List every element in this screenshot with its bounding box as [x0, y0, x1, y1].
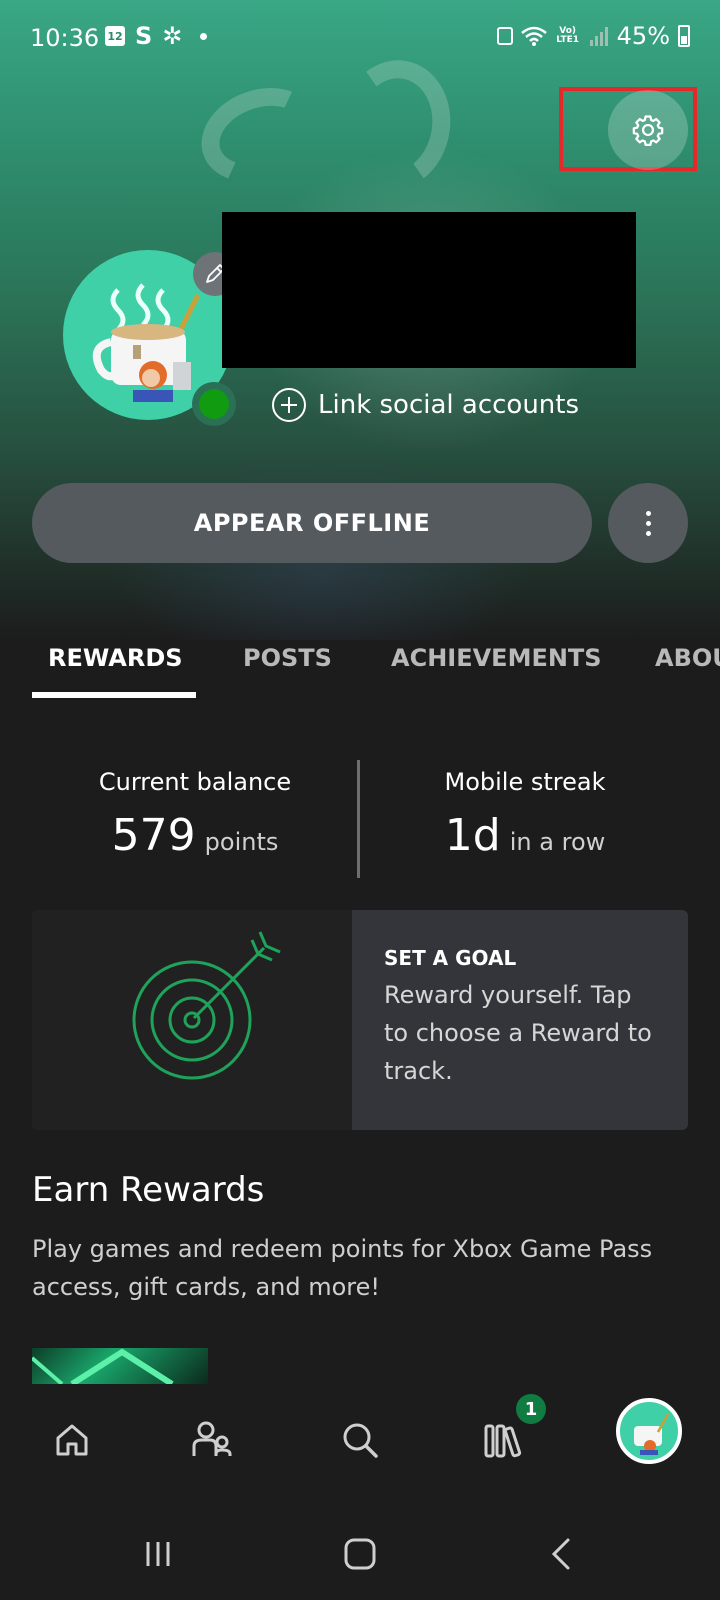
home-square-icon	[344, 1538, 376, 1570]
profile-tabs: REWARDS POSTS ACHIEVEMENTS ABOU	[0, 640, 720, 700]
earn-rewards-heading: Earn Rewards	[32, 1170, 265, 1210]
signal-icon	[589, 27, 608, 46]
nav-search[interactable]	[330, 1410, 390, 1470]
volte-icon: Vo) LTE1	[556, 26, 580, 45]
promo-card-thumbnail[interactable]	[32, 1348, 208, 1384]
appear-offline-button[interactable]: APPEAR OFFLINE	[32, 483, 592, 563]
tab-about[interactable]: ABOU	[655, 644, 720, 672]
home-icon	[56, 1424, 88, 1456]
mobile-streak-value: 1d	[444, 810, 501, 861]
goal-description: Reward yourself. Tap to choose a Reward …	[384, 981, 652, 1085]
lock-icon	[496, 27, 513, 45]
library-badge: 1	[516, 1394, 546, 1424]
promo-chevron-art	[32, 1348, 174, 1384]
current-balance-label: Current balance	[98, 768, 292, 796]
link-social-accounts-button[interactable]: Link social accounts	[272, 388, 579, 422]
status-bar: 10:36 12 S ✲ Vo) LTE1 45%	[0, 0, 720, 80]
current-balance-unit: points	[204, 828, 279, 856]
goal-illustration	[32, 910, 352, 1130]
earn-rewards-description: Play games and redeem points for Xbox Ga…	[32, 1235, 653, 1301]
mobile-streak-stat: Mobile streak 1d in a row	[360, 768, 690, 861]
current-balance-value: 579	[111, 810, 196, 861]
tab-rewards[interactable]: REWARDS	[48, 644, 183, 672]
carrier-s-icon: S	[135, 22, 153, 50]
gear-icon	[632, 115, 664, 147]
status-notification-icons: 12 S ✲	[105, 22, 208, 50]
mobile-streak-label: Mobile streak	[444, 768, 606, 796]
system-navigation-bar	[0, 1504, 720, 1600]
status-system-icons: Vo) LTE1 45%	[496, 22, 690, 50]
more-options-button[interactable]	[608, 483, 688, 563]
active-tab-indicator	[32, 692, 196, 698]
current-balance-stat: Current balance 579 points	[30, 768, 360, 861]
calendar-icon: 12	[105, 26, 125, 46]
battery-percent: 45%	[616, 22, 670, 50]
search-icon	[343, 1423, 378, 1458]
friends-icon	[192, 1421, 232, 1456]
bottom-navigation: 1	[0, 1384, 720, 1504]
redacted-gamertag	[222, 212, 636, 368]
mobile-streak-unit: in a row	[509, 828, 606, 856]
more-dot	[645, 530, 651, 536]
tab-posts[interactable]: POSTS	[243, 644, 332, 672]
link-social-label: Link social accounts	[318, 390, 580, 420]
recents-button[interactable]	[138, 1534, 178, 1574]
set-goal-card[interactable]: SET A GOAL Reward yourself. Tap to choos…	[32, 910, 688, 1130]
plus-circle-icon	[272, 388, 306, 422]
status-time: 10:36	[30, 24, 100, 52]
back-button[interactable]	[542, 1534, 582, 1574]
more-dot	[645, 520, 651, 526]
nav-home[interactable]	[42, 1410, 102, 1470]
goal-text-panel: SET A GOAL Reward yourself. Tap to choos…	[352, 910, 688, 1130]
online-status-dot	[199, 389, 229, 419]
tea-cup-avatar-art	[634, 1413, 670, 1455]
background-art-shape	[188, 72, 332, 198]
recents-icon	[146, 1542, 170, 1566]
more-dot	[645, 510, 651, 516]
tab-achievements[interactable]: ACHIEVEMENTS	[391, 644, 602, 672]
wifi-icon	[520, 26, 547, 46]
presence-indicator	[192, 382, 236, 426]
settings-button[interactable]	[608, 90, 688, 170]
home-system-button[interactable]	[340, 1534, 380, 1574]
flower-icon: ✲	[162, 22, 183, 50]
more-notifications-dot	[200, 32, 208, 40]
goal-title: SET A GOAL	[384, 946, 517, 970]
chevron-left-icon	[551, 1538, 570, 1570]
nav-profile-avatar[interactable]	[616, 1398, 682, 1464]
target-icon	[132, 931, 281, 1080]
battery-icon	[678, 25, 690, 47]
library-icon	[484, 1424, 522, 1458]
nav-social[interactable]	[182, 1410, 242, 1470]
